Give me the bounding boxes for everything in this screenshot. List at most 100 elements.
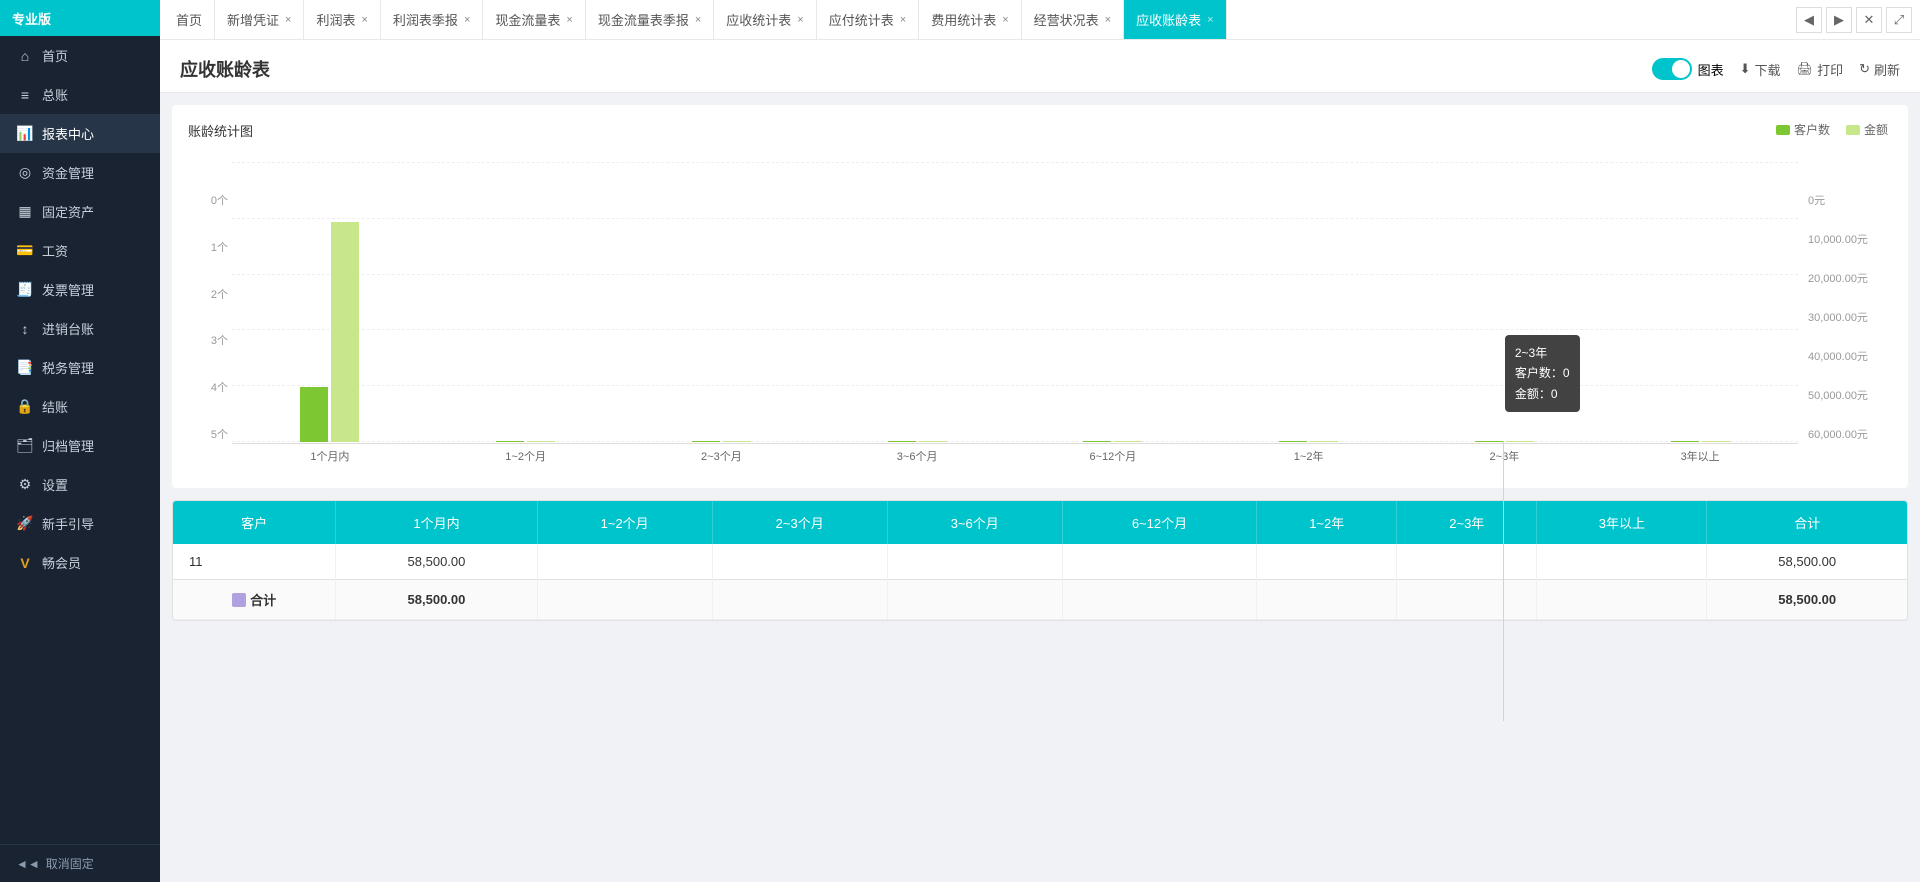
sidebar-item-member[interactable]: V 畅会员 xyxy=(0,543,160,582)
sidebar-item-closing[interactable]: 🔒 结账 xyxy=(0,387,160,426)
sidebar-item-archive[interactable]: 🗂 归档管理 xyxy=(0,426,160,465)
sidebar-item-payroll-label: 工资 xyxy=(42,241,68,260)
tab-cashflow-close[interactable]: × xyxy=(566,14,572,26)
tab-expand-button[interactable]: ⤢ xyxy=(1886,7,1912,33)
sidebar-item-fixed-assets[interactable]: ▦ 固定资产 xyxy=(0,192,160,231)
bar-amount-3 xyxy=(919,441,947,442)
y-right-label-3: 30,000.00元 xyxy=(1808,309,1892,325)
tab-new-voucher[interactable]: 新增凭证 × xyxy=(215,0,304,40)
sidebar-item-home-label: 首页 xyxy=(42,46,68,65)
td-total-month36 xyxy=(887,580,1062,620)
sidebar-item-invoice[interactable]: 🧾 发票管理 xyxy=(0,270,160,309)
bar-customer-2 xyxy=(692,441,720,442)
sidebar-item-general-ledger[interactable]: ≡ 总账 xyxy=(0,75,160,114)
sidebar-item-purchase-sales[interactable]: ↕ 进销台账 xyxy=(0,309,160,348)
tab-business-status[interactable]: 经营状况表 × xyxy=(1022,0,1124,40)
sidebar-item-guide[interactable]: 🚀 新手引导 xyxy=(0,504,160,543)
chart-inner: 1个月内 1~2个月 xyxy=(232,162,1798,472)
tab-expense-stats-close[interactable]: × xyxy=(1002,14,1008,26)
tab-cashflow[interactable]: 现金流量表 × xyxy=(483,0,585,40)
tab-cashflow-quarterly-label: 现金流量表季报 xyxy=(598,10,689,29)
tab-payable-stats-close[interactable]: × xyxy=(900,14,906,26)
sidebar-item-tax[interactable]: 📑 税务管理 xyxy=(0,348,160,387)
y-label-1: 1个 xyxy=(188,239,228,255)
bars-container: 1个月内 1~2个月 xyxy=(232,162,1798,442)
chart-tooltip: 2~3年 客户数：0 金额：0 xyxy=(1505,335,1580,412)
tab-receivable-stats[interactable]: 应收统计表 × xyxy=(714,0,816,40)
sidebar: 专业版 ⌂ 首页 ≡ 总账 📊 报表中心 ◎ 资金管理 ▦ 固定资产 💳 工资 … xyxy=(0,0,160,882)
ledger-icon: ≡ xyxy=(16,87,34,103)
td-month1-0: 58,500.00 xyxy=(336,544,537,580)
td-month36-0 xyxy=(887,544,1062,580)
tab-ar-aging[interactable]: 应收账龄表 × xyxy=(1124,0,1226,40)
td-customer-0: 11 xyxy=(173,544,336,580)
tab-ar-aging-close[interactable]: × xyxy=(1207,14,1213,26)
sidebar-item-settings[interactable]: ⚙ 设置 xyxy=(0,465,160,504)
td-year3plus-0 xyxy=(1537,544,1707,580)
collapse-arrow-icon: ◄◄ xyxy=(16,857,40,871)
tab-cashflow-quarterly[interactable]: 现金流量表季报 × xyxy=(586,0,714,40)
sidebar-item-fund-management[interactable]: ◎ 资金管理 xyxy=(0,153,160,192)
tab-home[interactable]: 首页 xyxy=(164,0,215,40)
tab-expense-stats[interactable]: 费用统计表 × xyxy=(919,0,1021,40)
bar-label-3: 3~6个月 xyxy=(897,448,938,464)
tab-business-status-close[interactable]: × xyxy=(1105,14,1111,26)
refresh-label: 刷新 xyxy=(1874,60,1900,79)
bar-customer-1 xyxy=(496,441,524,442)
tab-new-voucher-close[interactable]: × xyxy=(285,14,291,26)
bar-amount-4 xyxy=(1114,441,1142,442)
home-icon: ⌂ xyxy=(16,48,34,64)
td-year23-0 xyxy=(1397,544,1537,580)
tab-profit-close[interactable]: × xyxy=(361,14,367,26)
sidebar-item-report-center[interactable]: 📊 报表中心 xyxy=(0,114,160,153)
sidebar-item-purchase-sales-label: 进销台账 xyxy=(42,319,94,338)
chart-toggle-label: 图表 xyxy=(1698,60,1724,79)
legend-customer: 客户数 xyxy=(1776,121,1830,138)
bar-customer-4 xyxy=(1083,441,1111,442)
page-header: 应收账龄表 图表 ⬇ 下载 🖨 打印 ↻ 刷新 xyxy=(160,40,1920,93)
sidebar-item-payroll[interactable]: 💳 工资 xyxy=(0,231,160,270)
bar-group-0: 1个月内 xyxy=(300,222,359,442)
td-month12-0 xyxy=(537,544,712,580)
th-month1: 1个月内 xyxy=(336,501,537,544)
tab-profit-quarterly[interactable]: 利润表季报 × xyxy=(381,0,483,40)
td-total-month1: 58,500.00 xyxy=(336,580,537,620)
refresh-button[interactable]: ↻ 刷新 xyxy=(1859,60,1900,79)
tab-prev-button[interactable]: ◀ xyxy=(1796,7,1822,33)
download-button[interactable]: ⬇ 下载 xyxy=(1740,60,1781,79)
tab-receivable-stats-close[interactable]: × xyxy=(797,14,803,26)
tab-close-all-button[interactable]: ✕ xyxy=(1856,7,1882,33)
tab-profit[interactable]: 利润表 × xyxy=(304,0,380,40)
closing-icon: 🔒 xyxy=(16,398,34,415)
bar-group-4: 6~12个月 xyxy=(1083,441,1142,442)
tooltip-period: 2~3年 xyxy=(1515,343,1570,363)
tabbar: 首页 新增凭证 × 利润表 × 利润表季报 × 现金流量表 × 现金流量表季报 … xyxy=(160,0,1920,40)
tab-profit-quarterly-label: 利润表季报 xyxy=(393,10,458,29)
print-button[interactable]: 🖨 打印 xyxy=(1797,60,1844,79)
y-axis-left: 5个 4个 3个 2个 1个 0个 xyxy=(188,192,228,472)
tab-new-voucher-label: 新增凭证 xyxy=(227,10,279,29)
td-total-year23 xyxy=(1397,580,1537,620)
bar-group-1: 1~2个月 xyxy=(496,441,555,442)
td-month612-0 xyxy=(1062,544,1256,580)
chart-toggle[interactable] xyxy=(1652,58,1692,80)
tab-cashflow-quarterly-close[interactable]: × xyxy=(695,14,701,26)
y-right-label-4: 40,000.00元 xyxy=(1808,348,1892,364)
bar-pair-6 xyxy=(1475,441,1534,442)
tab-payable-stats[interactable]: 应付统计表 × xyxy=(817,0,919,40)
chart-toggle-wrap: 图表 xyxy=(1652,58,1724,80)
sidebar-collapse[interactable]: ◄◄ 取消固定 xyxy=(0,844,160,882)
td-month23-0 xyxy=(712,544,887,580)
tab-profit-quarterly-close[interactable]: × xyxy=(464,14,470,26)
td-total-month12 xyxy=(537,580,712,620)
tooltip-amount: 金额：0 xyxy=(1515,384,1570,404)
sidebar-item-home[interactable]: ⌂ 首页 xyxy=(0,36,160,75)
bar-amount-2 xyxy=(723,441,751,442)
bar-group-2: 2~3个月 xyxy=(692,441,751,442)
th-month612: 6~12个月 xyxy=(1062,501,1256,544)
y-right-label-0: 0元 xyxy=(1808,192,1892,208)
member-icon: V xyxy=(16,555,34,571)
bar-label-1: 1~2个月 xyxy=(505,448,546,464)
tab-next-button[interactable]: ▶ xyxy=(1826,7,1852,33)
total-text: 合计 xyxy=(250,590,276,609)
